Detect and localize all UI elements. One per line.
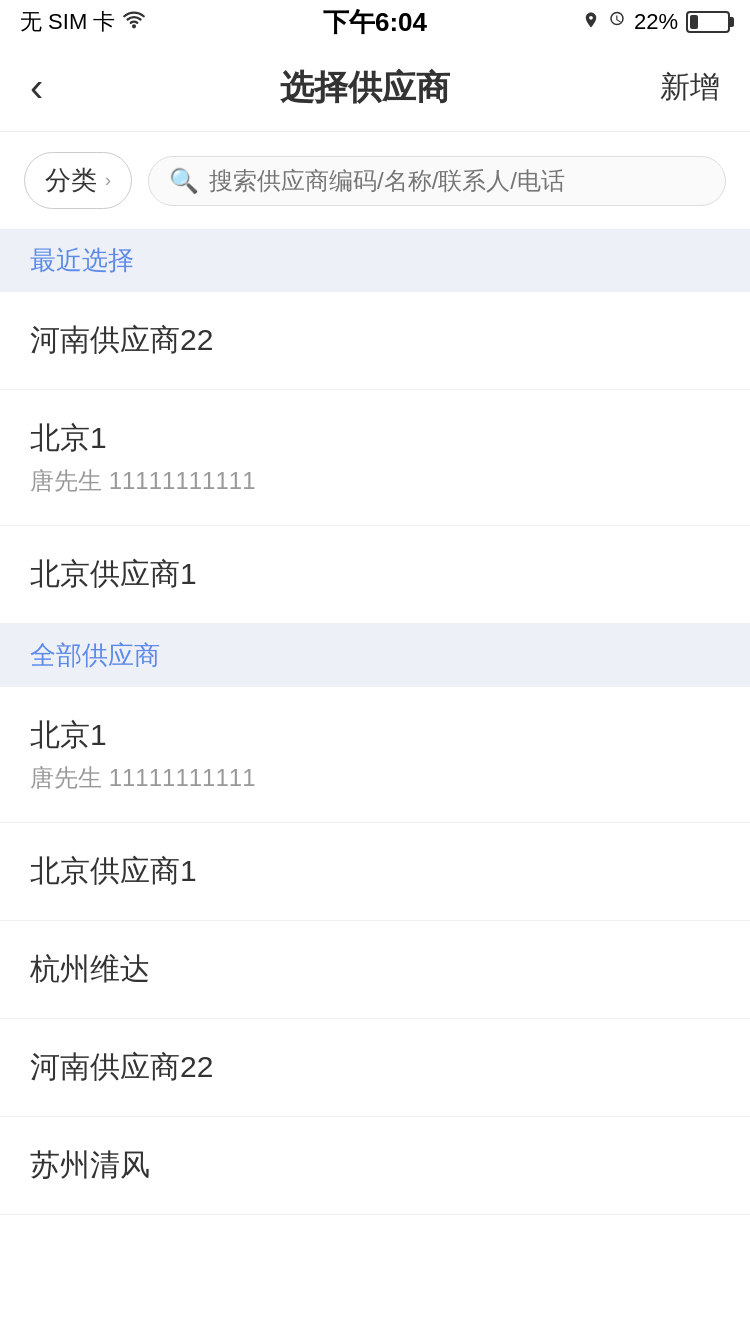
supplier-item-a2[interactable]: 北京供应商1 xyxy=(0,823,750,921)
supplier-name: 北京1 xyxy=(30,418,720,459)
supplier-list: 最近选择河南供应商22 北京1 唐先生 11111111111 北京供应商1 全部供应商… xyxy=(0,229,750,1215)
section-header-recent: 最近选择 xyxy=(0,229,750,292)
back-button[interactable]: ‹ xyxy=(30,65,90,110)
supplier-item-a1[interactable]: 北京1 唐先生 11111111111 xyxy=(0,687,750,823)
filter-bar: 分类 › 🔍 xyxy=(0,132,750,229)
status-bar: 无 SIM 卡 下午6:04 22% xyxy=(0,0,750,44)
supplier-name: 河南供应商22 xyxy=(30,1047,720,1088)
status-left: 无 SIM 卡 xyxy=(20,7,145,37)
search-icon: 🔍 xyxy=(169,167,199,195)
supplier-name: 北京供应商1 xyxy=(30,554,720,595)
svg-point-0 xyxy=(133,25,135,27)
search-input[interactable] xyxy=(209,167,705,195)
section-header-all: 全部供应商 xyxy=(0,624,750,687)
search-box[interactable]: 🔍 xyxy=(148,156,726,206)
status-time: 下午6:04 xyxy=(323,5,427,40)
battery-percent: 22% xyxy=(634,9,678,35)
supplier-name: 杭州维达 xyxy=(30,949,720,990)
chevron-right-icon: › xyxy=(105,170,111,191)
supplier-item-r3[interactable]: 北京供应商1 xyxy=(0,526,750,624)
supplier-name: 河南供应商22 xyxy=(30,320,720,361)
page-title: 选择供应商 xyxy=(90,65,640,111)
supplier-name: 北京供应商1 xyxy=(30,851,720,892)
status-right: 22% xyxy=(582,9,730,35)
supplier-item-r1[interactable]: 河南供应商22 xyxy=(0,292,750,390)
supplier-item-a5[interactable]: 苏州清风 xyxy=(0,1117,750,1215)
battery-indicator xyxy=(686,11,730,33)
category-label: 分类 xyxy=(45,163,97,198)
supplier-contact: 唐先生 11111111111 xyxy=(30,762,720,794)
category-filter-button[interactable]: 分类 › xyxy=(24,152,132,209)
new-action-button[interactable]: 新增 xyxy=(640,67,720,108)
supplier-item-a3[interactable]: 杭州维达 xyxy=(0,921,750,1019)
supplier-item-a4[interactable]: 河南供应商22 xyxy=(0,1019,750,1117)
nav-bar: ‹ 选择供应商 新增 xyxy=(0,44,750,132)
wifi-icon xyxy=(123,8,145,36)
no-sim-text: 无 SIM 卡 xyxy=(20,7,115,37)
supplier-name: 苏州清风 xyxy=(30,1145,720,1186)
supplier-name: 北京1 xyxy=(30,715,720,756)
alarm-icon xyxy=(608,9,626,35)
supplier-contact: 唐先生 11111111111 xyxy=(30,465,720,497)
supplier-item-r2[interactable]: 北京1 唐先生 11111111111 xyxy=(0,390,750,526)
location-icon xyxy=(582,9,600,35)
